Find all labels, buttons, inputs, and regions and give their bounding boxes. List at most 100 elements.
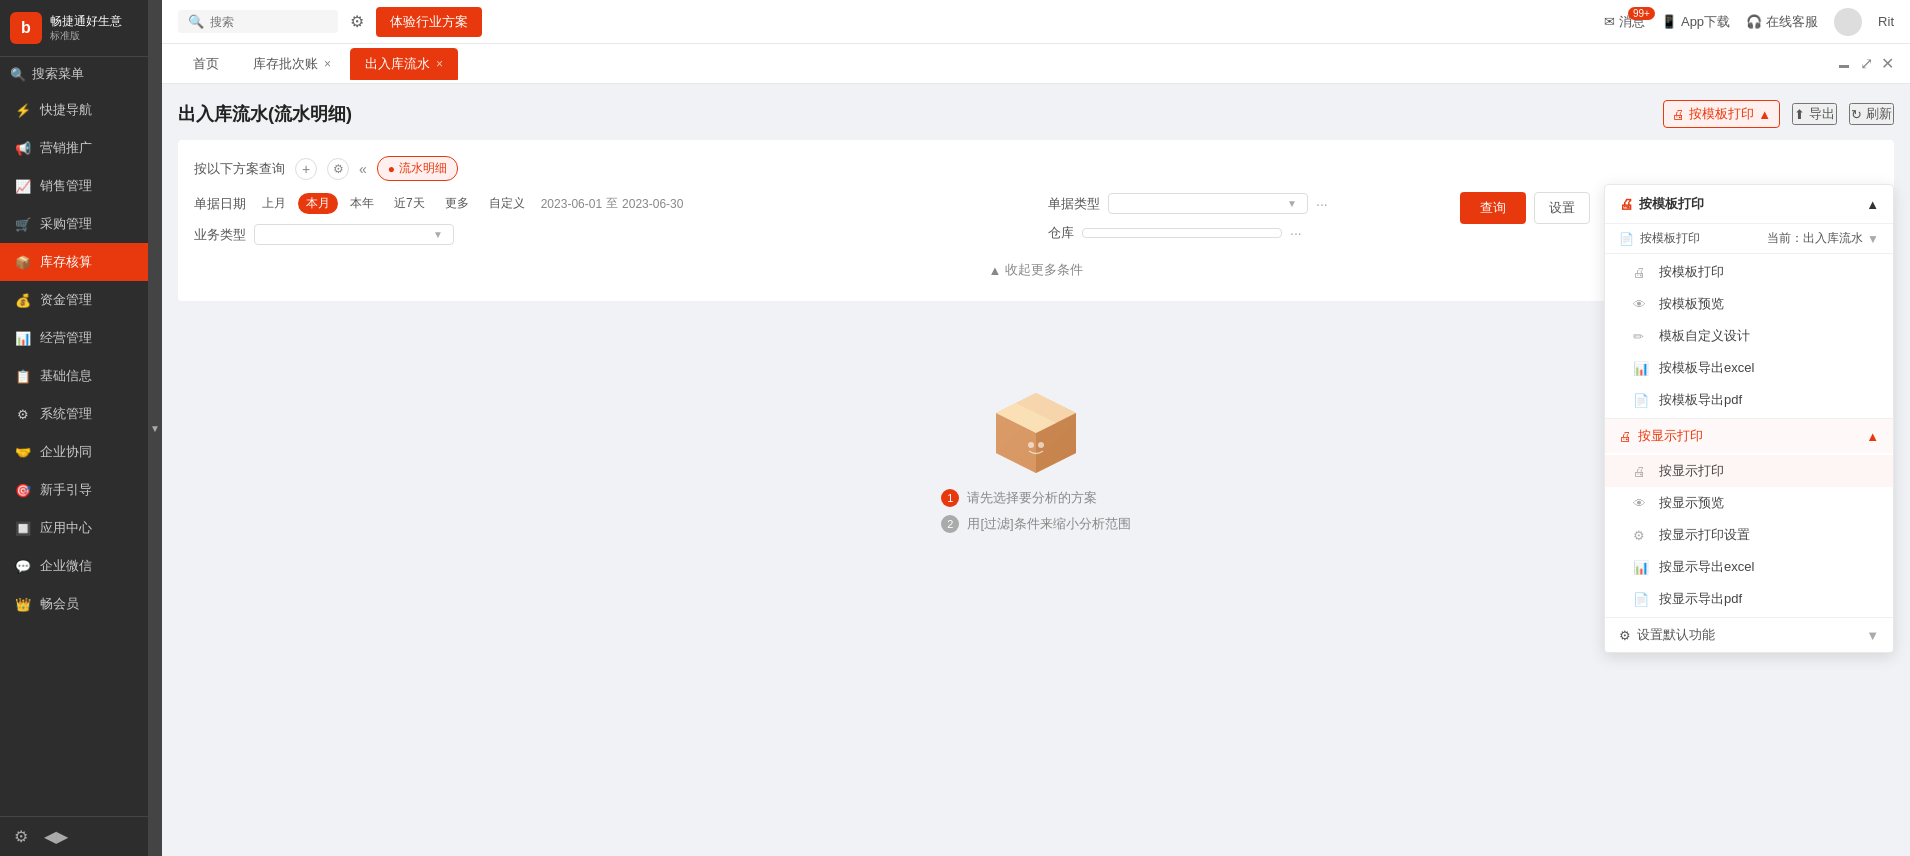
- online-service-button[interactable]: 🎧 在线客服: [1746, 13, 1818, 31]
- more-options-icon[interactable]: ···: [1316, 196, 1328, 212]
- filter-collapse-button[interactable]: «: [359, 161, 367, 177]
- date-opt-last-month[interactable]: 上月: [254, 193, 294, 214]
- sidebar-item-marketing[interactable]: 📢营销推广: [0, 129, 148, 167]
- preview-icon: 👁: [1633, 297, 1649, 312]
- display-export-excel-item[interactable]: 📊 按显示导出excel: [1605, 551, 1893, 583]
- sidebar-nav: ⚡快捷导航📢营销推广📈销售管理🛒采购管理📦库存核算💰资金管理📊经营管理📋基础信息…: [0, 91, 148, 816]
- sidebar-item-system[interactable]: ⚙系统管理: [0, 395, 148, 433]
- settings-icon: ⚙: [1633, 528, 1649, 543]
- template-print-button[interactable]: 🖨 按模板打印 ▲: [1663, 100, 1780, 128]
- date-opt-this-year[interactable]: 本年: [342, 193, 382, 214]
- template-export-pdf-item[interactable]: 📄 按模板导出pdf: [1605, 384, 1893, 416]
- dropdown-header: 🖨 按模板打印 ▲: [1605, 185, 1893, 224]
- tab-batch-account-close[interactable]: ×: [324, 57, 331, 71]
- doc-type-select[interactable]: ▼: [1108, 193, 1308, 214]
- display-print-section-header[interactable]: 🖨 按显示打印 ▲: [1605, 419, 1893, 453]
- collapse-sidebar-icon[interactable]: ◀▶: [44, 827, 68, 846]
- minimize-icon[interactable]: 🗕: [1836, 54, 1852, 73]
- topbar-gear-icon[interactable]: ⚙: [350, 12, 364, 31]
- sidebar-item-quick-nav[interactable]: ⚡快捷导航: [0, 91, 148, 129]
- tab-flow-close[interactable]: ×: [436, 57, 443, 71]
- filter-tag-item[interactable]: ● 流水明细: [377, 156, 458, 181]
- sidebar-item-vip[interactable]: 👑畅会员: [0, 585, 148, 623]
- settings-button[interactable]: 设置: [1534, 192, 1590, 224]
- print-icon: 🖨: [1633, 265, 1649, 280]
- date-opt-this-month[interactable]: 本月: [298, 193, 338, 214]
- display-preview-item[interactable]: 👁 按显示预览: [1605, 487, 1893, 519]
- warehouse-select[interactable]: [1082, 228, 1282, 238]
- app-name: 畅捷通好生意 标准版: [50, 14, 122, 43]
- search-input[interactable]: [210, 15, 328, 29]
- filter-add-button[interactable]: +: [295, 158, 317, 180]
- printer-icon: 🖨: [1672, 107, 1685, 122]
- sidebar-item-inventory[interactable]: 📦库存核算: [0, 243, 148, 281]
- sidebar-search[interactable]: 🔍 搜索菜单: [0, 57, 148, 91]
- date-opt-custom[interactable]: 自定义: [481, 193, 533, 214]
- search-icon: 🔍: [188, 14, 204, 29]
- user-avatar[interactable]: [1834, 8, 1862, 36]
- app-logo-icon: b: [10, 12, 42, 44]
- maximize-icon[interactable]: ⤢: [1860, 54, 1873, 73]
- biz-type-select[interactable]: ▼: [254, 224, 454, 245]
- topbar-search-box[interactable]: 🔍: [178, 10, 338, 33]
- date-filter-label: 单据日期: [194, 195, 246, 213]
- page-title: 出入库流水(流水明细): [178, 102, 352, 126]
- export-button[interactable]: ⬆ 导出: [1792, 103, 1837, 125]
- template-export-excel-item[interactable]: 📊 按模板导出excel: [1605, 352, 1893, 384]
- date-filter-item: 单据日期 上月 本月 本年 近7天 更多 自定义 2023-06-01 至 20…: [194, 193, 1024, 214]
- sidebar-item-operations[interactable]: 📊经营管理: [0, 319, 148, 357]
- marketing-icon: 📢: [14, 139, 32, 157]
- message-badge: 99+: [1628, 7, 1655, 20]
- sidebar-item-sales[interactable]: 📈销售管理: [0, 167, 148, 205]
- chevron-up-icon[interactable]: ▲: [1866, 197, 1879, 212]
- dropdown-footer[interactable]: ⚙ 设置默认功能 ▼: [1605, 618, 1893, 652]
- sidebar-scroll[interactable]: ▼: [148, 0, 162, 856]
- sidebar-item-guide[interactable]: 🎯新手引导: [0, 471, 148, 509]
- refresh-button[interactable]: ↻ 刷新: [1849, 103, 1894, 125]
- trial-button[interactable]: 体验行业方案: [376, 7, 482, 37]
- sidebar-item-basics[interactable]: 📋基础信息: [0, 357, 148, 395]
- messages-button[interactable]: ✉ 消息 99+: [1604, 13, 1645, 31]
- tab-home[interactable]: 首页: [178, 48, 234, 80]
- filter-header: 按以下方案查询 + ⚙ « ● 流水明细: [194, 156, 1878, 181]
- template-print-item[interactable]: 🖨 按模板打印: [1605, 256, 1893, 288]
- sidebar-item-purchase[interactable]: 🛒采购管理: [0, 205, 148, 243]
- sidebar-logo: b 畅捷通好生意 标准版: [0, 0, 148, 57]
- step-2: 2 用[过滤]条件来缩小分析范围: [941, 511, 1130, 537]
- template-print-section: 🖨 按模板打印 👁 按模板预览 ✏ 模板自定义设计 📊 按模板导出excel: [1605, 254, 1893, 419]
- display-print-item[interactable]: 🖨 按显示打印: [1605, 455, 1893, 487]
- inventory-icon: 📦: [14, 253, 32, 271]
- date-options: 上月 本月 本年 近7天 更多 自定义: [254, 193, 533, 214]
- window-controls: 🗕 ⤢ ✕: [1836, 54, 1894, 73]
- warehouse-more-icon[interactable]: ···: [1290, 225, 1302, 241]
- headset-icon: 🎧: [1746, 14, 1762, 29]
- template-icon: 📄: [1619, 232, 1634, 246]
- sidebar-item-wechat[interactable]: 💬企业微信: [0, 547, 148, 585]
- date-opt-7days[interactable]: 近7天: [386, 193, 433, 214]
- filter-settings-button[interactable]: ⚙: [327, 158, 349, 180]
- collapse-icon: ▲: [989, 263, 1002, 278]
- date-opt-more[interactable]: 更多: [437, 193, 477, 214]
- template-preview-item[interactable]: 👁 按模板预览: [1605, 288, 1893, 320]
- sidebar-item-apps[interactable]: 🔲应用中心: [0, 509, 148, 547]
- tab-flow[interactable]: 出入库流水 ×: [350, 48, 458, 80]
- close-icon[interactable]: ✕: [1881, 54, 1894, 73]
- query-button[interactable]: 查询: [1460, 192, 1526, 224]
- pdf-icon: 📄: [1633, 393, 1649, 408]
- display-print-settings-item[interactable]: ⚙ 按显示打印设置: [1605, 519, 1893, 551]
- display-print-icon: 🖨: [1619, 429, 1632, 444]
- page-header: 出入库流水(流水明细) 🖨 按模板打印 ▲ ⬆ 导出 ↻ 刷新: [178, 100, 1894, 128]
- sidebar-footer: ⚙ ◀▶: [0, 816, 148, 856]
- display-print-items: 🖨 按显示打印 👁 按显示预览 ⚙ 按显示打印设置 📊 按显示导出excel: [1605, 453, 1893, 617]
- sidebar-item-finance[interactable]: 💰资金管理: [0, 281, 148, 319]
- template-custom-item[interactable]: ✏ 模板自定义设计: [1605, 320, 1893, 352]
- page-content: 出入库流水(流水明细) 🖨 按模板打印 ▲ ⬆ 导出 ↻ 刷新: [162, 84, 1910, 856]
- message-icon: ✉: [1604, 14, 1615, 29]
- step-1-num: 1: [941, 489, 959, 507]
- chevron-down-icon: ▼: [1867, 232, 1879, 246]
- sidebar-item-enterprise[interactable]: 🤝企业协同: [0, 433, 148, 471]
- display-export-pdf-item[interactable]: 📄 按显示导出pdf: [1605, 583, 1893, 615]
- app-download-button[interactable]: 📱 App下载: [1661, 13, 1730, 31]
- settings-icon[interactable]: ⚙: [14, 827, 28, 846]
- tab-batch-account[interactable]: 库存批次账 ×: [238, 48, 346, 80]
